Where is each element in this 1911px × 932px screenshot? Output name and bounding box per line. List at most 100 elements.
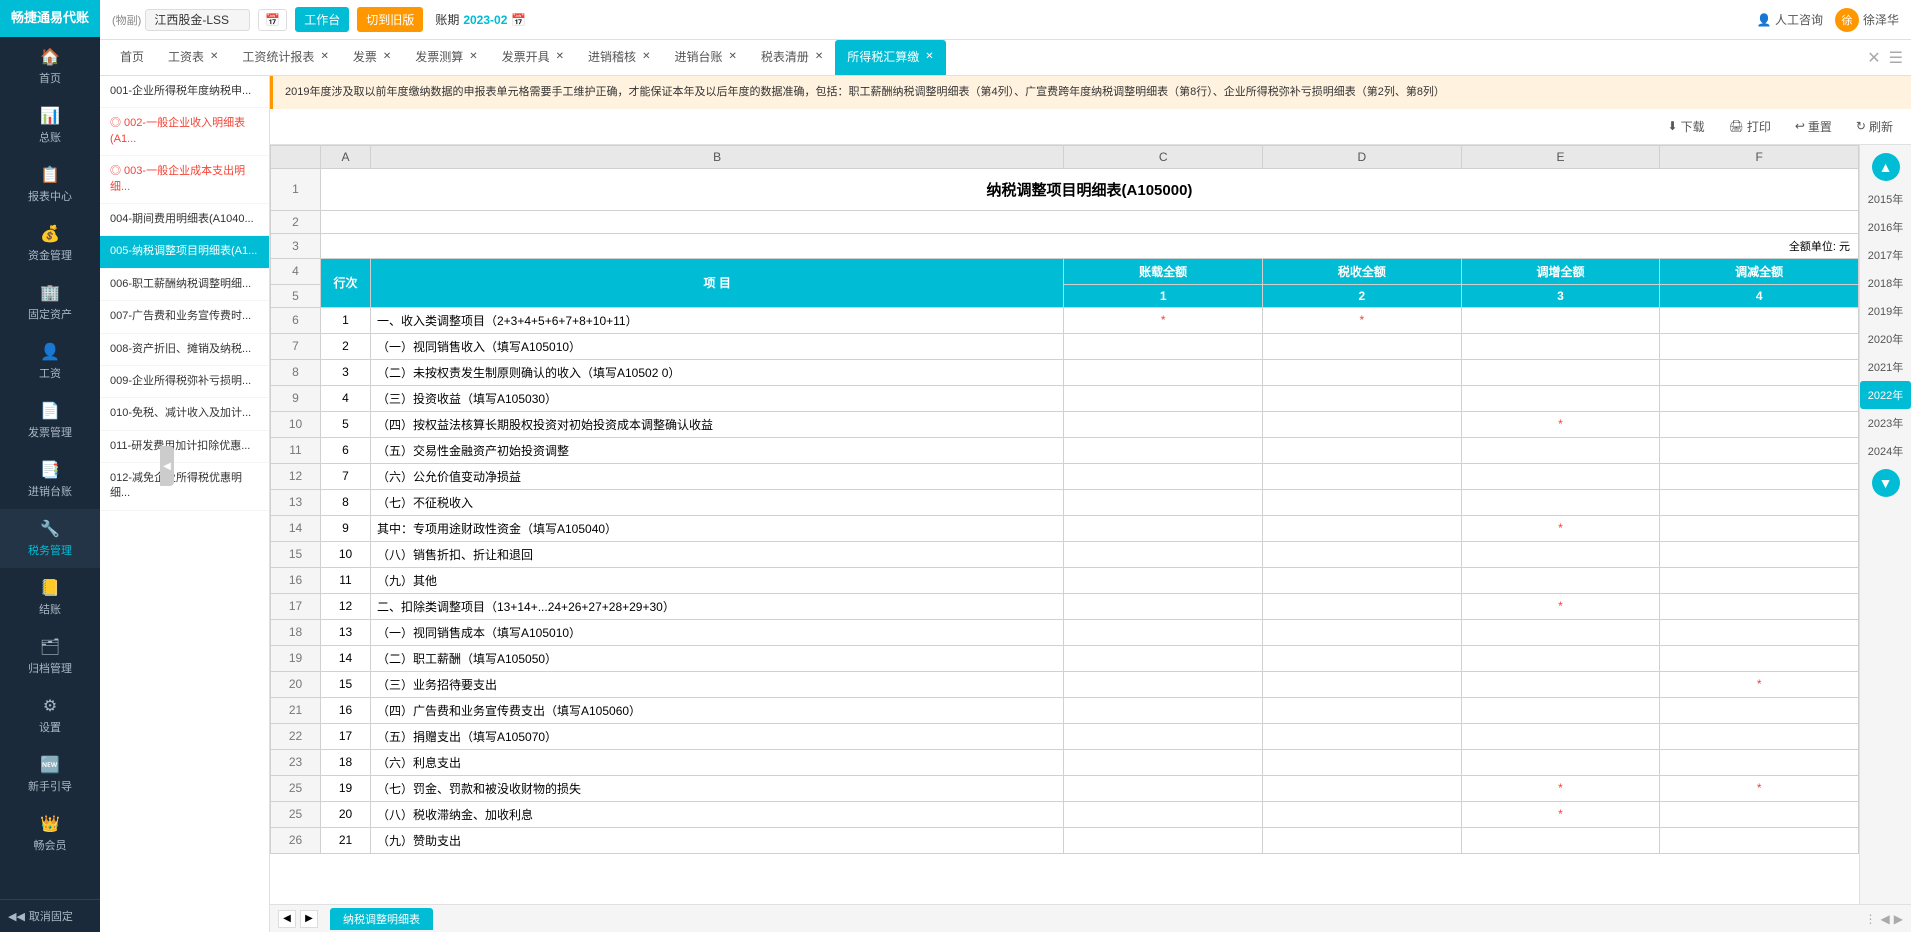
calendar-icon[interactable]: 📅 [511, 13, 526, 27]
row-c4[interactable] [1660, 541, 1859, 567]
left-item-002[interactable]: ◎ 002-一般企业收入明细表(A1... [100, 108, 269, 156]
sidebar-item-guide[interactable]: 🆕 新手引导 [0, 745, 100, 804]
year-2021[interactable]: 2021年 [1860, 353, 1911, 381]
row-c4[interactable] [1660, 723, 1859, 749]
row-c1[interactable] [1064, 515, 1263, 541]
tab-close[interactable]: ✕ [469, 51, 477, 62]
tab-purchase-verify[interactable]: 进销稽核✕ [576, 40, 662, 75]
row-c3[interactable] [1461, 333, 1660, 359]
row-c4[interactable] [1660, 593, 1859, 619]
row-c4[interactable] [1660, 333, 1859, 359]
row-c1[interactable] [1064, 619, 1263, 645]
row-c2[interactable]: * [1263, 307, 1462, 333]
left-item-001[interactable]: 001-企业所得税年度纳税申... [100, 76, 269, 108]
row-c4[interactable] [1660, 801, 1859, 827]
year-2023[interactable]: 2023年 [1860, 409, 1911, 437]
row-c3[interactable] [1461, 463, 1660, 489]
tab-purchase-ledger[interactable]: 进销台账✕ [662, 40, 748, 75]
row-c1[interactable] [1064, 489, 1263, 515]
row-c3[interactable]: * [1461, 593, 1660, 619]
sidebar-item-settings[interactable]: ⚙ 设置 [0, 686, 100, 745]
unpin-button[interactable]: ◀◀ 取消固定 [0, 899, 100, 932]
row-c4[interactable] [1660, 411, 1859, 437]
reset-button[interactable]: ↩ 重置 [1789, 115, 1838, 138]
tab-close[interactable]: ✕ [815, 51, 823, 62]
row-c1[interactable] [1064, 723, 1263, 749]
sidebar-item-finance[interactable]: 💰 资金管理 [0, 214, 100, 273]
row-c2[interactable] [1263, 541, 1462, 567]
row-c1[interactable] [1064, 567, 1263, 593]
tab-invoice[interactable]: 发票✕ [341, 40, 403, 75]
row-c3[interactable] [1461, 437, 1660, 463]
tab-income-tax[interactable]: 所得税汇算缴✕ [835, 40, 945, 75]
row-c4[interactable] [1660, 489, 1859, 515]
row-c3[interactable] [1461, 385, 1660, 411]
sidebar-item-archive[interactable]: 🗂 归档管理 [0, 627, 100, 686]
menu-icon[interactable]: ☰ [1889, 48, 1903, 68]
row-c3[interactable] [1461, 645, 1660, 671]
company-select[interactable]: 江西股金-LSS [145, 9, 250, 31]
year-2016[interactable]: 2016年 [1860, 213, 1911, 241]
row-c1[interactable] [1064, 749, 1263, 775]
year-2019[interactable]: 2019年 [1860, 297, 1911, 325]
row-c3[interactable] [1461, 567, 1660, 593]
year-2022[interactable]: 2022年 [1860, 381, 1911, 409]
left-item-010[interactable]: 010-免税、减计收入及加计... [100, 398, 269, 430]
tab-close[interactable]: ✕ [210, 51, 218, 62]
left-item-005[interactable]: 005-纳税调整项目明细表(A1... [100, 236, 269, 268]
tab-close[interactable]: ✕ [642, 51, 650, 62]
row-c2[interactable] [1263, 333, 1462, 359]
row-c2[interactable] [1263, 437, 1462, 463]
row-c2[interactable] [1263, 567, 1462, 593]
user-info[interactable]: 徐 徐泽华 [1835, 8, 1899, 32]
workspace-button[interactable]: 工作台 [295, 7, 349, 32]
row-c2[interactable] [1263, 671, 1462, 697]
year-2015[interactable]: 2015年 [1860, 185, 1911, 213]
row-c4[interactable] [1660, 645, 1859, 671]
year-nav-up[interactable]: ▲ [1872, 153, 1900, 181]
left-item-011[interactable]: 011-研发费用加计扣除优惠... [100, 431, 269, 463]
row-c1[interactable] [1064, 593, 1263, 619]
row-c2[interactable] [1263, 749, 1462, 775]
calendar-btn[interactable]: 📅 [258, 9, 287, 31]
row-c2[interactable] [1263, 775, 1462, 801]
row-c1[interactable] [1064, 437, 1263, 463]
row-c2[interactable] [1263, 827, 1462, 853]
sheet-scroll-left[interactable]: ◀ [278, 910, 296, 928]
row-c2[interactable] [1263, 697, 1462, 723]
switch-old-button[interactable]: 切到旧版 [357, 7, 423, 32]
row-c2[interactable] [1263, 593, 1462, 619]
sidebar-item-tax[interactable]: 🔧 税务管理 [0, 509, 100, 568]
row-c1[interactable]: * [1064, 307, 1263, 333]
tab-close[interactable]: ✕ [728, 51, 736, 62]
row-c1[interactable] [1064, 671, 1263, 697]
row-c3[interactable] [1461, 749, 1660, 775]
row-c4[interactable]: * [1660, 671, 1859, 697]
spreadsheet-container[interactable]: A B C D E F 1 纳税调 [270, 145, 1859, 905]
tab-invoice-issue[interactable]: 发票开具✕ [490, 40, 576, 75]
sidebar-item-ledger[interactable]: 📑 进销台账 [0, 450, 100, 509]
year-2018[interactable]: 2018年 [1860, 269, 1911, 297]
row-c4[interactable] [1660, 515, 1859, 541]
row-c3[interactable] [1461, 541, 1660, 567]
row-c4[interactable] [1660, 697, 1859, 723]
row-c2[interactable] [1263, 801, 1462, 827]
row-c1[interactable] [1064, 775, 1263, 801]
left-item-003[interactable]: ◎ 003-一般企业成本支出明细... [100, 156, 269, 204]
row-c2[interactable] [1263, 385, 1462, 411]
row-c1[interactable] [1064, 541, 1263, 567]
tab-close[interactable]: ✕ [320, 51, 328, 62]
row-c3[interactable] [1461, 671, 1660, 697]
row-c3[interactable]: * [1461, 801, 1660, 827]
left-item-008[interactable]: 008-资产折旧、摊销及纳税... [100, 334, 269, 366]
download-button[interactable]: ⬇ 下载 [1662, 115, 1711, 138]
row-c4[interactable]: * [1660, 775, 1859, 801]
sidebar-item-assets[interactable]: 🏢 固定资产 [0, 273, 100, 332]
row-c4[interactable] [1660, 359, 1859, 385]
close-all-icon[interactable]: ✕ [1867, 48, 1880, 68]
tab-tax-list[interactable]: 税表清册✕ [749, 40, 835, 75]
row-c4[interactable] [1660, 437, 1859, 463]
sidebar-item-report[interactable]: 📋 报表中心 [0, 155, 100, 214]
left-item-004[interactable]: 004-期间费用明细表(A1040... [100, 204, 269, 236]
row-c1[interactable] [1064, 697, 1263, 723]
